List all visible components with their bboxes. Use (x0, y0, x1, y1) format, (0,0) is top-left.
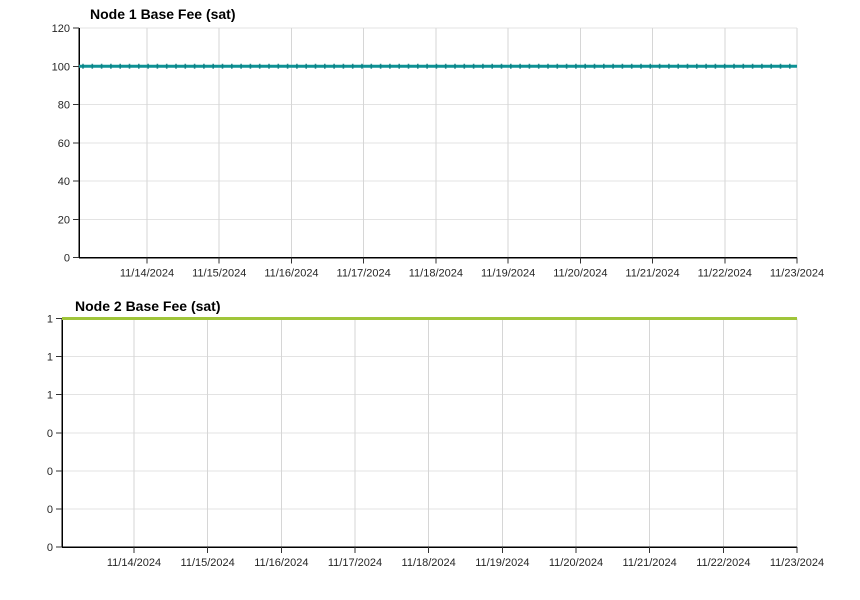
svg-text:11/19/2024: 11/19/2024 (481, 268, 535, 280)
svg-text:11/21/2024: 11/21/2024 (623, 557, 677, 569)
svg-text:11/18/2024: 11/18/2024 (402, 557, 456, 569)
svg-text:11/23/2024: 11/23/2024 (770, 268, 824, 280)
node2-base-fee-chart: Node 2 Base Fee (sat) 1 1 1 0 0 0 0 11/14/2024 1… (0, 290, 860, 600)
svg-text:11/14/2024: 11/14/2024 (120, 268, 174, 280)
svg-text:100: 100 (52, 61, 70, 73)
svg-text:40: 40 (58, 176, 70, 188)
svg-text:11/22/2024: 11/22/2024 (698, 268, 752, 280)
svg-text:0: 0 (47, 542, 53, 554)
svg-text:0: 0 (64, 253, 70, 265)
svg-text:120: 120 (52, 23, 70, 35)
svg-text:11/16/2024: 11/16/2024 (254, 557, 308, 569)
svg-text:11/22/2024: 11/22/2024 (696, 557, 750, 569)
svg-text:11/20/2024: 11/20/2024 (549, 557, 603, 569)
svg-text:1: 1 (47, 352, 53, 364)
svg-text:0: 0 (47, 504, 53, 516)
svg-text:1: 1 (47, 314, 53, 326)
svg-text:1: 1 (47, 390, 53, 402)
svg-text:0: 0 (47, 466, 53, 478)
node1-base-fee-chart: Node 1 Base Fee (sat) 120 100 80 60 40 20 0 11/… (0, 0, 860, 290)
svg-text:11/19/2024: 11/19/2024 (475, 557, 529, 569)
svg-text:11/20/2024: 11/20/2024 (553, 268, 607, 280)
svg-text:11/16/2024: 11/16/2024 (264, 268, 318, 280)
svg-text:11/17/2024: 11/17/2024 (337, 268, 391, 280)
svg-text:11/21/2024: 11/21/2024 (625, 268, 679, 280)
svg-text:11/23/2024: 11/23/2024 (770, 557, 824, 569)
svg-text:60: 60 (58, 138, 70, 150)
svg-text:11/17/2024: 11/17/2024 (328, 557, 382, 569)
svg-text:11/15/2024: 11/15/2024 (192, 268, 246, 280)
svg-text:11/18/2024: 11/18/2024 (409, 268, 463, 280)
svg-text:20: 20 (58, 214, 70, 226)
svg-text:11/15/2024: 11/15/2024 (181, 557, 235, 569)
node2-chart-canvas: 1 1 1 0 0 0 0 11/14/2024 11/15/2024 11/16/2024 11/… (47, 314, 824, 570)
dashboard-page: Node 1 Base Fee (sat) 120 100 80 60 40 20 0 11/… (0, 0, 860, 600)
svg-text:11/14/2024: 11/14/2024 (107, 557, 161, 569)
node1-chart-canvas: 120 100 80 60 40 20 0 11/14/2024 11/15/2024 11/16… (52, 23, 824, 280)
svg-text:80: 80 (58, 100, 70, 112)
svg-text:0: 0 (47, 428, 53, 440)
